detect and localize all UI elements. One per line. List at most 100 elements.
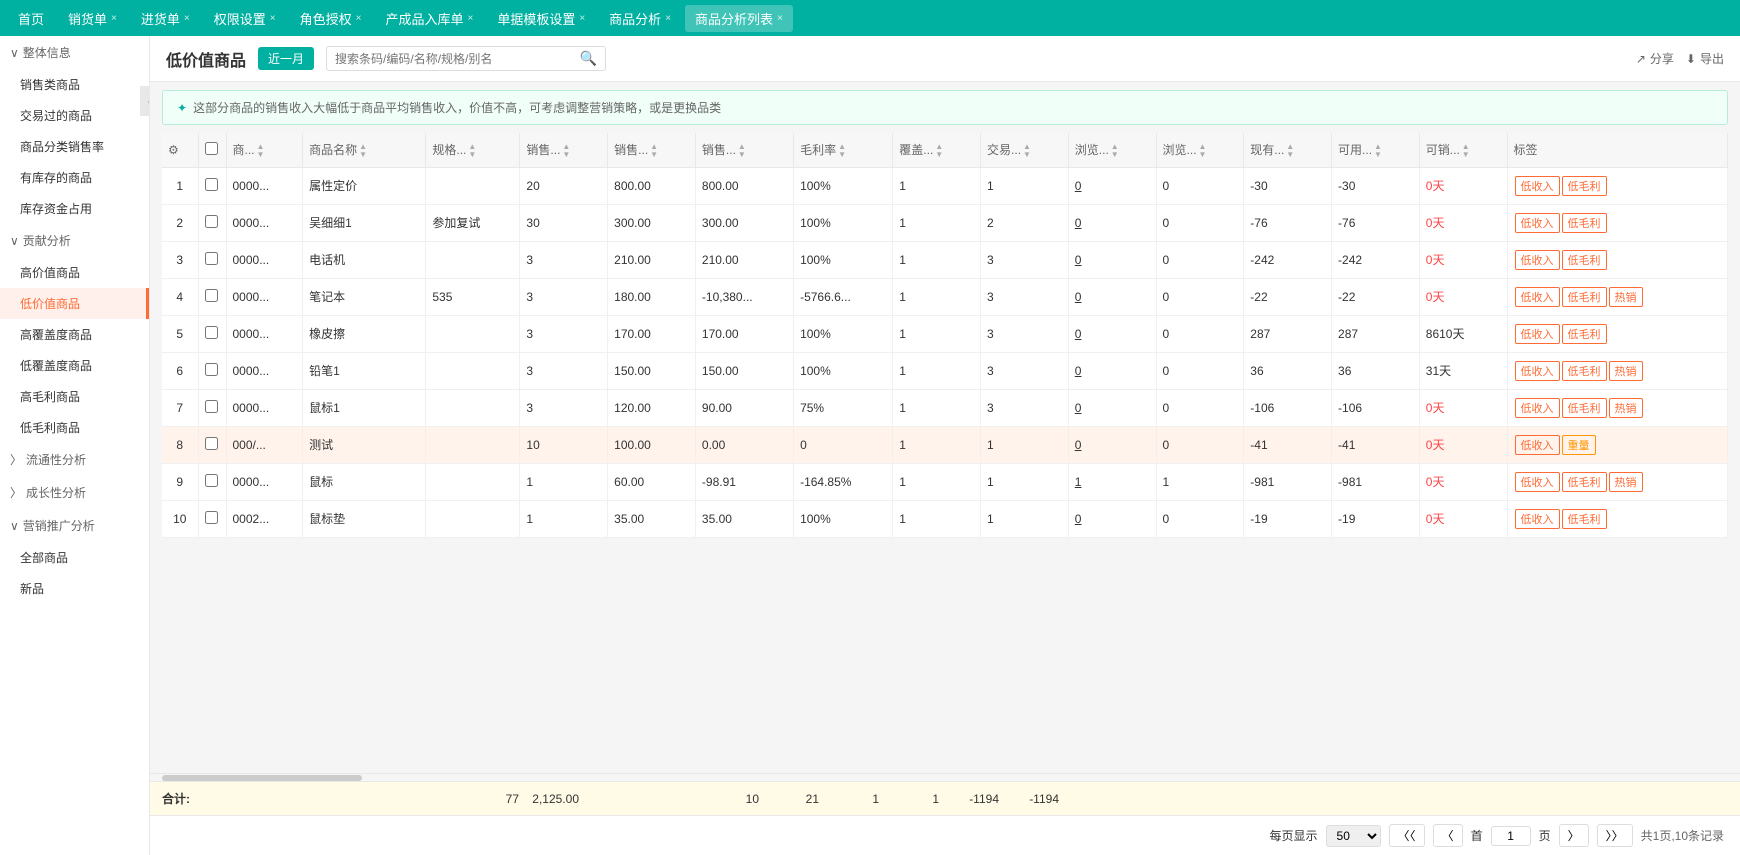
browse-link[interactable]: 0: [1075, 438, 1082, 452]
select-all-checkbox[interactable]: [205, 142, 218, 155]
row-checkbox[interactable]: [205, 511, 218, 524]
browse-count[interactable]: 0: [1068, 204, 1156, 241]
stock-current: -22: [1244, 278, 1332, 315]
top-navigation: 首页 销货单 × 进货单 × 权限设置 × 角色授权 × 产成品入库单 × 单据…: [0, 0, 1740, 36]
row-checkbox-cell[interactable]: [198, 278, 226, 315]
nav-product-storage[interactable]: 产成品入库单 ×: [375, 5, 483, 32]
row-checkbox[interactable]: [205, 474, 218, 487]
nav-role-auth[interactable]: 角色授权 ×: [290, 5, 372, 32]
filter-recent-month-button[interactable]: 近一月: [258, 47, 314, 70]
search-input[interactable]: [335, 52, 574, 66]
th-settings[interactable]: ⚙: [162, 133, 198, 167]
sidebar-item-low-value[interactable]: 低价值商品: [0, 288, 149, 319]
browse-link[interactable]: 0: [1075, 216, 1082, 230]
nav-template-settings[interactable]: 单据模板设置 ×: [487, 5, 595, 32]
row-checkbox-cell[interactable]: [198, 167, 226, 204]
nav-permission-settings[interactable]: 权限设置 ×: [204, 5, 286, 32]
nav-sales-order[interactable]: 销货单 ×: [58, 5, 127, 32]
share-button[interactable]: ↗ 分享: [1636, 50, 1674, 67]
sidebar-item-category-sales-rate[interactable]: 商品分类销售率: [0, 131, 149, 162]
browse-count[interactable]: 0: [1068, 315, 1156, 352]
browse-count[interactable]: 0: [1068, 278, 1156, 315]
row-checkbox-cell[interactable]: [198, 352, 226, 389]
sidebar-item-stocked-products[interactable]: 有库存的商品: [0, 162, 149, 193]
sidebar-item-all-products[interactable]: 全部商品: [0, 542, 149, 573]
sidebar-item-low-profit[interactable]: 低毛利商品: [0, 412, 149, 443]
sidebar-item-high-coverage[interactable]: 高覆盖度商品: [0, 319, 149, 350]
sidebar-item-sales-products[interactable]: 销售类商品: [0, 69, 149, 100]
close-template-icon[interactable]: ×: [579, 13, 585, 24]
row-checkbox-cell[interactable]: [198, 389, 226, 426]
nav-product-analysis-list[interactable]: 商品分析列表 ×: [685, 5, 793, 32]
tag-badge: 低收入: [1515, 361, 1560, 381]
first-page-button[interactable]: 〈〈: [1389, 824, 1425, 847]
row-checkbox-cell[interactable]: [198, 426, 226, 463]
sidebar-item-traded-products[interactable]: 交易过的商品: [0, 100, 149, 131]
next-page-button[interactable]: 〉: [1559, 824, 1589, 847]
sidebar-item-new-products[interactable]: 新品: [0, 573, 149, 604]
close-sales-order-icon[interactable]: ×: [111, 13, 117, 24]
browse-count[interactable]: 0: [1068, 352, 1156, 389]
browse-link[interactable]: 0: [1075, 290, 1082, 304]
sidebar-section-contribution[interactable]: ∨ 贡献分析: [0, 224, 149, 257]
browse-count[interactable]: 1: [1068, 463, 1156, 500]
close-product-icon[interactable]: ×: [467, 13, 473, 24]
tag-badge: 低收入: [1515, 324, 1560, 344]
sidebar-section-marketing[interactable]: ∨ 营销推广分析: [0, 509, 149, 542]
row-checkbox-cell[interactable]: [198, 241, 226, 278]
browse-link[interactable]: 0: [1075, 253, 1082, 267]
last-page-button[interactable]: 〉〉: [1597, 824, 1633, 847]
sidebar-item-high-value[interactable]: 高价值商品: [0, 257, 149, 288]
sidebar-item-low-coverage[interactable]: 低覆盖度商品: [0, 350, 149, 381]
row-checkbox[interactable]: [205, 400, 218, 413]
browse-count2: 0: [1156, 500, 1244, 537]
browse-count[interactable]: 0: [1068, 389, 1156, 426]
sidebar-section-liquidity[interactable]: 〉 流通性分析: [0, 443, 149, 476]
row-checkbox-cell[interactable]: [198, 315, 226, 352]
close-role-icon[interactable]: ×: [356, 13, 362, 24]
browse-link[interactable]: 0: [1075, 327, 1082, 341]
sidebar-section-growth[interactable]: 〉 成长性分析: [0, 476, 149, 509]
row-checkbox[interactable]: [205, 437, 218, 450]
browse-link[interactable]: 0: [1075, 179, 1082, 193]
row-checkbox[interactable]: [205, 363, 218, 376]
sidebar-item-inventory-fund[interactable]: 库存资金占用: [0, 193, 149, 224]
row-checkbox-cell[interactable]: [198, 463, 226, 500]
browse-link[interactable]: 0: [1075, 512, 1082, 526]
search-icon[interactable]: 🔍: [580, 50, 597, 67]
close-permission-icon[interactable]: ×: [270, 13, 276, 24]
browse-link[interactable]: 0: [1075, 401, 1082, 415]
browse-count[interactable]: 0: [1068, 500, 1156, 537]
row-checkbox-cell[interactable]: [198, 500, 226, 537]
close-purchase-order-icon[interactable]: ×: [184, 13, 190, 24]
row-checkbox[interactable]: [205, 289, 218, 302]
sidebar-section-overall[interactable]: ∨ 整体信息: [0, 36, 149, 69]
export-button[interactable]: ⬇ 导出: [1686, 50, 1724, 67]
nav-purchase-order[interactable]: 进货单 ×: [131, 5, 200, 32]
browse-count[interactable]: 0: [1068, 167, 1156, 204]
page-size-select[interactable]: 50 100 200: [1326, 825, 1381, 847]
sidebar-collapse-button[interactable]: 《: [140, 86, 150, 116]
close-analysis-list-icon[interactable]: ×: [777, 13, 783, 24]
page-number-input[interactable]: [1491, 826, 1531, 846]
browse-link[interactable]: 0: [1075, 364, 1082, 378]
row-checkbox[interactable]: [205, 252, 218, 265]
row-checkbox[interactable]: [205, 215, 218, 228]
browse-count[interactable]: 0: [1068, 426, 1156, 463]
th-checkbox[interactable]: [198, 133, 226, 167]
coverage: 1: [893, 500, 981, 537]
total-browse2: 1: [885, 792, 945, 806]
row-checkbox[interactable]: [205, 326, 218, 339]
nav-home[interactable]: 首页: [8, 5, 54, 32]
nav-product-analysis[interactable]: 商品分析 ×: [599, 5, 681, 32]
horizontal-scrollbar[interactable]: [150, 773, 1740, 781]
product-tags: 低收入重量: [1507, 426, 1727, 463]
sidebar-item-high-profit[interactable]: 高毛利商品: [0, 381, 149, 412]
close-analysis-icon[interactable]: ×: [665, 13, 671, 24]
browse-link[interactable]: 1: [1075, 475, 1082, 489]
prev-page-button[interactable]: 〈: [1433, 824, 1463, 847]
row-checkbox-cell[interactable]: [198, 204, 226, 241]
product-code: 0000...: [226, 204, 303, 241]
browse-count[interactable]: 0: [1068, 241, 1156, 278]
row-checkbox[interactable]: [205, 178, 218, 191]
